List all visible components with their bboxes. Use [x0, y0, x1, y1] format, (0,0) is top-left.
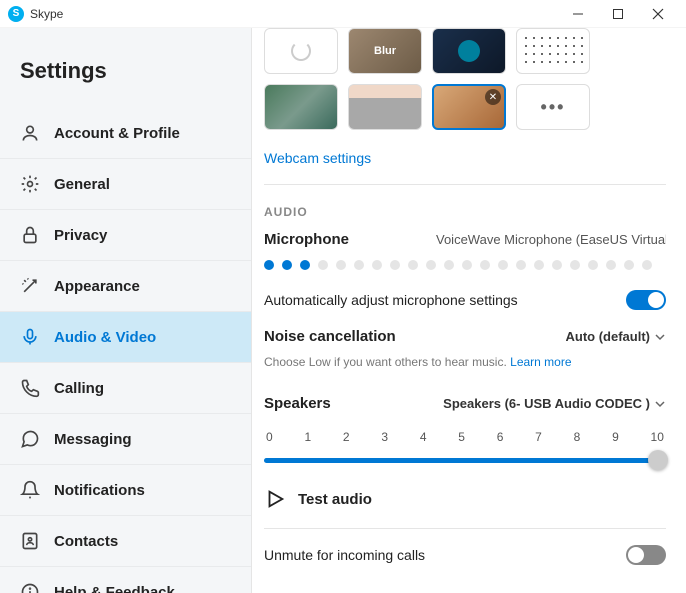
app-title: Skype — [30, 7, 63, 21]
unmute-toggle[interactable] — [626, 545, 666, 565]
info-icon — [20, 582, 40, 593]
bg-tile-sofa[interactable]: ✕ — [432, 84, 506, 130]
noise-cancel-row: Noise cancellation Auto (default) — [264, 328, 666, 345]
slider-thumb[interactable] — [648, 450, 668, 470]
sidebar-item-label: Calling — [54, 380, 104, 397]
sidebar-item-privacy[interactable]: Privacy — [0, 210, 251, 261]
slider-fill — [264, 458, 666, 463]
more-dots: ••• — [541, 97, 566, 118]
divider — [264, 184, 666, 185]
bg-blur-label: Blur — [374, 45, 396, 57]
learn-more-link[interactable]: Learn more — [510, 355, 571, 369]
auto-adjust-toggle[interactable] — [626, 290, 666, 310]
sidebar-item-calling[interactable]: Calling — [0, 363, 251, 414]
play-icon — [264, 488, 286, 510]
bg-tile-gym[interactable] — [348, 84, 422, 130]
chevron-down-icon — [654, 331, 666, 343]
sidebar-item-label: General — [54, 176, 110, 193]
sidebar-item-label: Contacts — [54, 533, 118, 550]
bell-icon — [20, 480, 40, 500]
sidebar-item-label: Messaging — [54, 431, 132, 448]
sidebar-item-account[interactable]: Account & Profile — [0, 108, 251, 159]
sidebar-item-help[interactable]: Help & Feedback — [0, 567, 251, 593]
chevron-down-icon — [654, 398, 666, 410]
maximize-button[interactable] — [598, 0, 638, 28]
phone-icon — [20, 378, 40, 398]
lock-icon — [20, 225, 40, 245]
contacts-icon — [20, 531, 40, 551]
background-row-1: Blur — [264, 28, 666, 74]
sidebar-item-contacts[interactable]: Contacts — [0, 516, 251, 567]
speakers-label: Speakers — [264, 395, 331, 412]
microphone-label: Microphone — [264, 231, 349, 248]
sidebar-item-label: Privacy — [54, 227, 107, 244]
auto-adjust-label: Automatically adjust microphone settings — [264, 292, 518, 308]
unmute-row: Unmute for incoming calls — [264, 545, 666, 565]
sidebar-item-audio-video[interactable]: Audio & Video — [0, 312, 251, 363]
bg-tile-blur[interactable]: Blur — [348, 28, 422, 74]
audio-section-label: AUDIO — [264, 205, 666, 219]
account-icon — [20, 123, 40, 143]
sidebar-item-label: Help & Feedback — [54, 584, 175, 593]
microphone-device-dropdown[interactable]: VoiceWave Microphone (EaseUS Virtual De — [436, 232, 666, 247]
sidebar-item-notifications[interactable]: Notifications — [0, 465, 251, 516]
test-audio-button[interactable]: Test audio — [264, 488, 666, 510]
minimize-button[interactable] — [558, 0, 598, 28]
remove-bg-icon[interactable]: ✕ — [485, 89, 501, 105]
bg-tile-particles[interactable] — [516, 28, 590, 74]
sidebar-item-messaging[interactable]: Messaging — [0, 414, 251, 465]
background-row-2: ✕ ••• — [264, 84, 666, 130]
bing-icon — [458, 40, 480, 62]
sidebar-item-label: Account & Profile — [54, 125, 180, 142]
test-audio-label: Test audio — [298, 491, 372, 508]
slider-ticks: 0 1 2 3 4 5 6 7 8 9 10 — [264, 430, 666, 444]
noise-cancel-hint: Choose Low if you want others to hear mu… — [264, 355, 666, 369]
wand-icon — [20, 276, 40, 296]
sidebar-item-appearance[interactable]: Appearance — [0, 261, 251, 312]
sidebar-item-label: Audio & Video — [54, 329, 156, 346]
skype-logo-icon: S — [8, 6, 24, 22]
microphone-level-meter — [264, 260, 666, 270]
noise-cancel-dropdown[interactable]: Auto (default) — [566, 329, 666, 344]
microphone-device-value: VoiceWave Microphone (EaseUS Virtual De — [436, 232, 666, 247]
noise-cancel-value: Auto (default) — [566, 329, 650, 344]
settings-title: Settings — [0, 58, 251, 108]
message-icon — [20, 429, 40, 449]
webcam-settings-link[interactable]: Webcam settings — [264, 150, 371, 166]
settings-sidebar: Settings Account & Profile General Priva… — [0, 28, 252, 593]
sidebar-item-label: Notifications — [54, 482, 145, 499]
loading-spinner-icon — [291, 41, 311, 61]
speakers-device-value: Speakers (6- USB Audio CODEC ) — [443, 396, 650, 411]
bg-tile-none[interactable] — [264, 28, 338, 74]
bg-tile-arch[interactable] — [432, 28, 506, 74]
sidebar-item-label: Appearance — [54, 278, 140, 295]
close-button[interactable] — [638, 0, 678, 28]
unmute-label: Unmute for incoming calls — [264, 547, 425, 563]
divider — [264, 528, 666, 529]
noise-cancel-label: Noise cancellation — [264, 328, 396, 345]
speakers-row: Speakers Speakers (6- USB Audio CODEC ) — [264, 395, 666, 412]
sidebar-item-general[interactable]: General — [0, 159, 251, 210]
titlebar: S Skype — [0, 0, 686, 28]
settings-content: Blur ✕ ••• Webcam settings AUDIO Microph… — [252, 28, 686, 593]
gear-icon — [20, 174, 40, 194]
bg-tile-living[interactable] — [264, 84, 338, 130]
bg-tile-more[interactable]: ••• — [516, 84, 590, 130]
speakers-device-dropdown[interactable]: Speakers (6- USB Audio CODEC ) — [443, 396, 666, 411]
microphone-row: Microphone VoiceWave Microphone (EaseUS … — [264, 231, 666, 248]
speakers-volume-slider[interactable]: 0 1 2 3 4 5 6 7 8 9 10 — [264, 430, 666, 470]
auto-adjust-row: Automatically adjust microphone settings — [264, 290, 666, 310]
microphone-icon — [20, 327, 40, 347]
